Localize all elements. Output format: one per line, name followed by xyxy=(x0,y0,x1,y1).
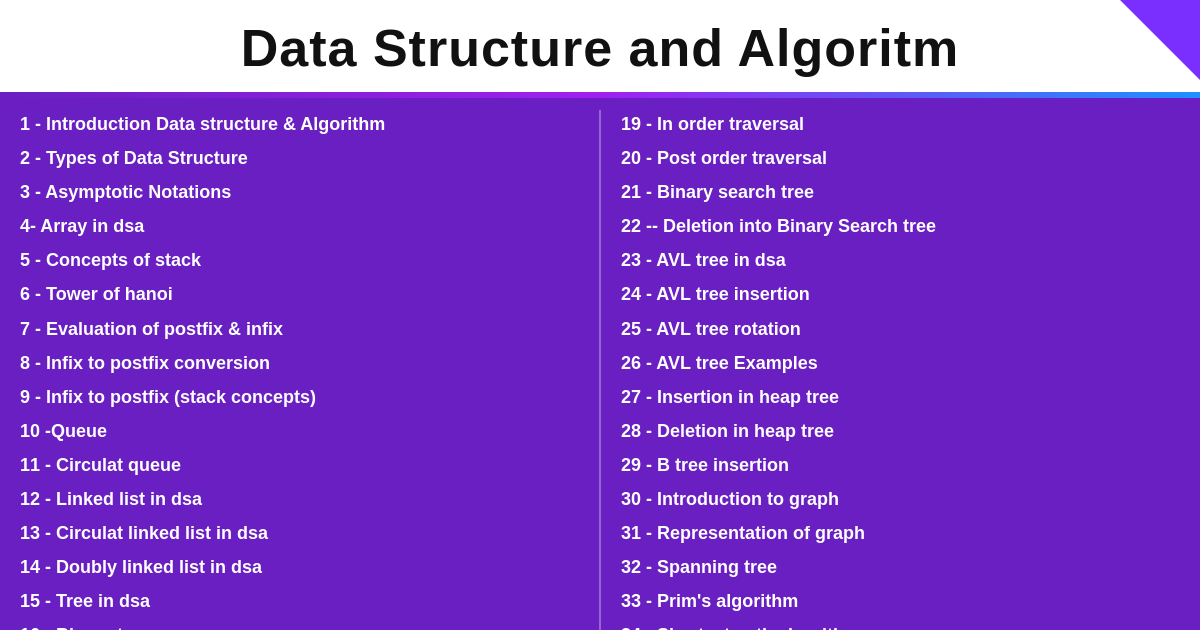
list-item: 7 - Evaluation of postfix & infix xyxy=(20,313,579,345)
list-item: 34 - Shortest path algorithm xyxy=(621,619,1180,630)
list-item: 33 - Prim's algorithm xyxy=(621,585,1180,617)
header: Data Structure and Algoritm xyxy=(0,0,1200,92)
list-item: 23 - AVL tree in dsa xyxy=(621,244,1180,276)
left-column: 1 - Introduction Data structure & Algori… xyxy=(20,108,579,630)
list-item: 1 - Introduction Data structure & Algori… xyxy=(20,108,579,140)
list-item: 3 - Asymptotic Notations xyxy=(20,176,579,208)
list-item: 10 -Queue xyxy=(20,415,579,447)
list-item: 30 - Introduction to graph xyxy=(621,483,1180,515)
list-item: 5 - Concepts of stack xyxy=(20,244,579,276)
list-item: 21 - Binary search tree xyxy=(621,176,1180,208)
list-item: 22 -- Deletion into Binary Search tree xyxy=(621,210,1180,242)
content-area: 1 - Introduction Data structure & Algori… xyxy=(0,98,1200,630)
list-item: 29 - B tree insertion xyxy=(621,449,1180,481)
list-item: 12 - Linked list in dsa xyxy=(20,483,579,515)
list-item: 2 - Types of Data Structure xyxy=(20,142,579,174)
list-item: 14 - Doubly linked list in dsa xyxy=(20,551,579,583)
accent-shape xyxy=(1120,0,1200,80)
list-item: 20 - Post order traversal xyxy=(621,142,1180,174)
list-item: 19 - In order traversal xyxy=(621,108,1180,140)
list-item: 25 - AVL tree rotation xyxy=(621,313,1180,345)
list-item: 32 - Spanning tree xyxy=(621,551,1180,583)
list-item: 16 - Binary tree xyxy=(20,619,579,630)
list-item: 4- Array in dsa xyxy=(20,210,579,242)
column-divider xyxy=(599,110,601,630)
list-item: 13 - Circulat linked list in dsa xyxy=(20,517,579,549)
list-item: 27 - Insertion in heap tree xyxy=(621,381,1180,413)
list-item: 9 - Infix to postfix (stack concepts) xyxy=(20,381,579,413)
list-item: 31 - Representation of graph xyxy=(621,517,1180,549)
list-item: 15 - Tree in dsa xyxy=(20,585,579,617)
list-item: 6 - Tower of hanoi xyxy=(20,278,579,310)
list-item: 11 - Circulat queue xyxy=(20,449,579,481)
right-column: 19 - In order traversal20 - Post order t… xyxy=(621,108,1180,630)
list-item: 8 - Infix to postfix conversion xyxy=(20,347,579,379)
page-title: Data Structure and Algoritm xyxy=(0,18,1200,78)
list-item: 28 - Deletion in heap tree xyxy=(621,415,1180,447)
list-item: 24 - AVL tree insertion xyxy=(621,278,1180,310)
list-item: 26 - AVL tree Examples xyxy=(621,347,1180,379)
